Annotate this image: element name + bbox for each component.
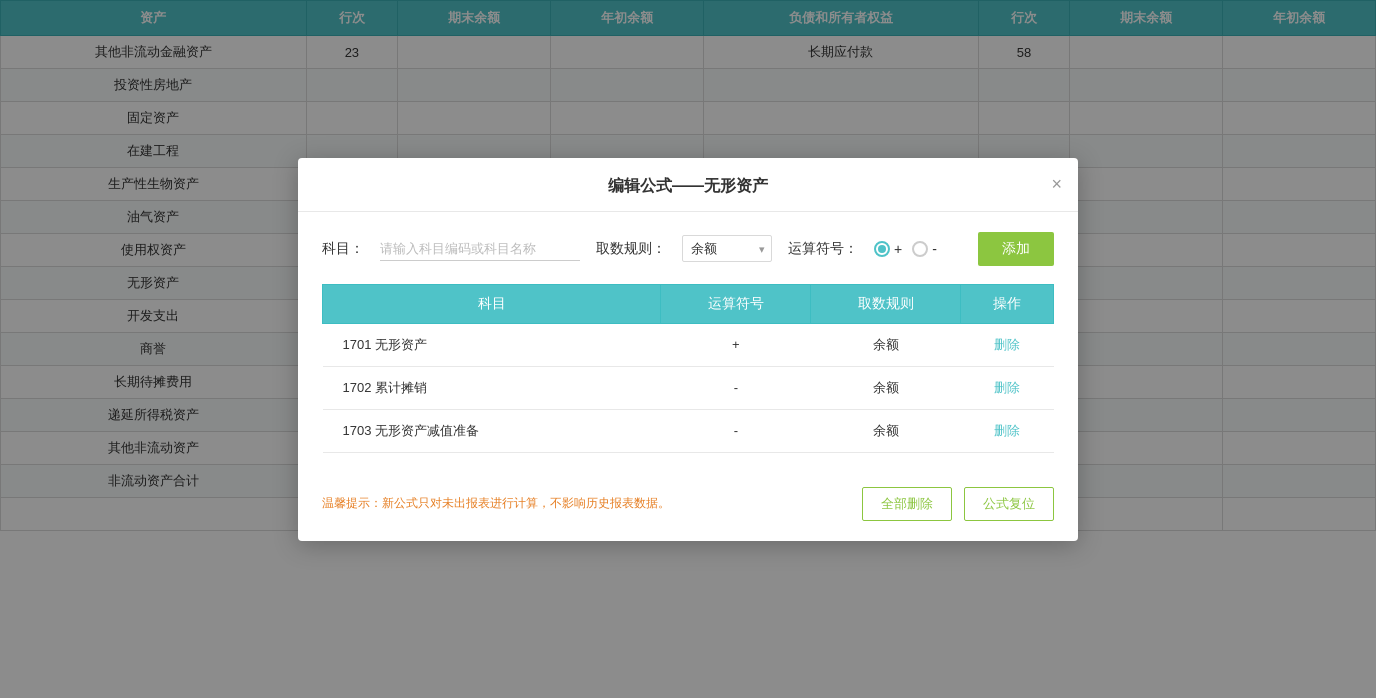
col-subject: 科目	[323, 284, 661, 323]
table-row: 1702 累计摊销-余额删除	[323, 366, 1054, 409]
col-rule: 取数规则	[811, 284, 961, 323]
operator-plus-label: +	[894, 241, 902, 257]
radio-circle-minus	[912, 241, 928, 257]
modal-footer: 温馨提示：新公式只对未出报表进行计算，不影响历史报表数据。 全部删除 公式复位	[298, 473, 1078, 541]
col-operator: 运算符号	[661, 284, 811, 323]
formula-table: 科目 运算符号 取数规则 操作 1701 无形资产+余额删除1702 累计摊销-…	[322, 284, 1054, 453]
operator-minus-label: -	[932, 241, 937, 257]
modal-overlay: 编辑公式——无形资产 × 科目： 取数规则： 余额借方发生额贷方发生额 运算符号…	[0, 0, 1376, 698]
rule-select[interactable]: 余额借方发生额贷方发生额	[682, 235, 772, 262]
delete-row-button[interactable]: 删除	[994, 337, 1020, 352]
delete-row-button[interactable]: 删除	[994, 423, 1020, 438]
tip-text: 温馨提示：新公式只对未出报表进行计算，不影响历史报表数据。	[322, 495, 670, 512]
operator-radio-group: + -	[874, 241, 937, 257]
footer-buttons: 全部删除 公式复位	[862, 487, 1054, 521]
operator-plus-radio[interactable]: +	[874, 241, 902, 257]
modal-header: 编辑公式——无形资产 ×	[298, 158, 1078, 212]
reset-formula-button[interactable]: 公式复位	[964, 487, 1054, 521]
table-row: 1701 无形资产+余额删除	[323, 323, 1054, 366]
operator-label: 运算符号：	[788, 240, 858, 258]
rule-label: 取数规则：	[596, 240, 666, 258]
modal-dialog: 编辑公式——无形资产 × 科目： 取数规则： 余额借方发生额贷方发生额 运算符号…	[298, 158, 1078, 541]
add-button[interactable]: 添加	[978, 232, 1054, 266]
delete-row-button[interactable]: 删除	[994, 380, 1020, 395]
operator-minus-radio[interactable]: -	[912, 241, 937, 257]
radio-circle-plus	[874, 241, 890, 257]
subject-label: 科目：	[322, 240, 364, 258]
modal-title: 编辑公式——无形资产	[608, 177, 768, 194]
table-row: 1703 无形资产减值准备-余额删除	[323, 409, 1054, 452]
modal-body: 科目： 取数规则： 余额借方发生额贷方发生额 运算符号： + -	[298, 212, 1078, 473]
table-header-row: 科目 运算符号 取数规则 操作	[323, 284, 1054, 323]
formula-form-row: 科目： 取数规则： 余额借方发生额贷方发生额 运算符号： + -	[322, 232, 1054, 266]
col-action: 操作	[961, 284, 1054, 323]
delete-all-button[interactable]: 全部删除	[862, 487, 952, 521]
modal-close-button[interactable]: ×	[1051, 175, 1062, 193]
rule-select-wrapper: 余额借方发生额贷方发生额	[682, 235, 772, 262]
subject-input[interactable]	[380, 237, 580, 261]
